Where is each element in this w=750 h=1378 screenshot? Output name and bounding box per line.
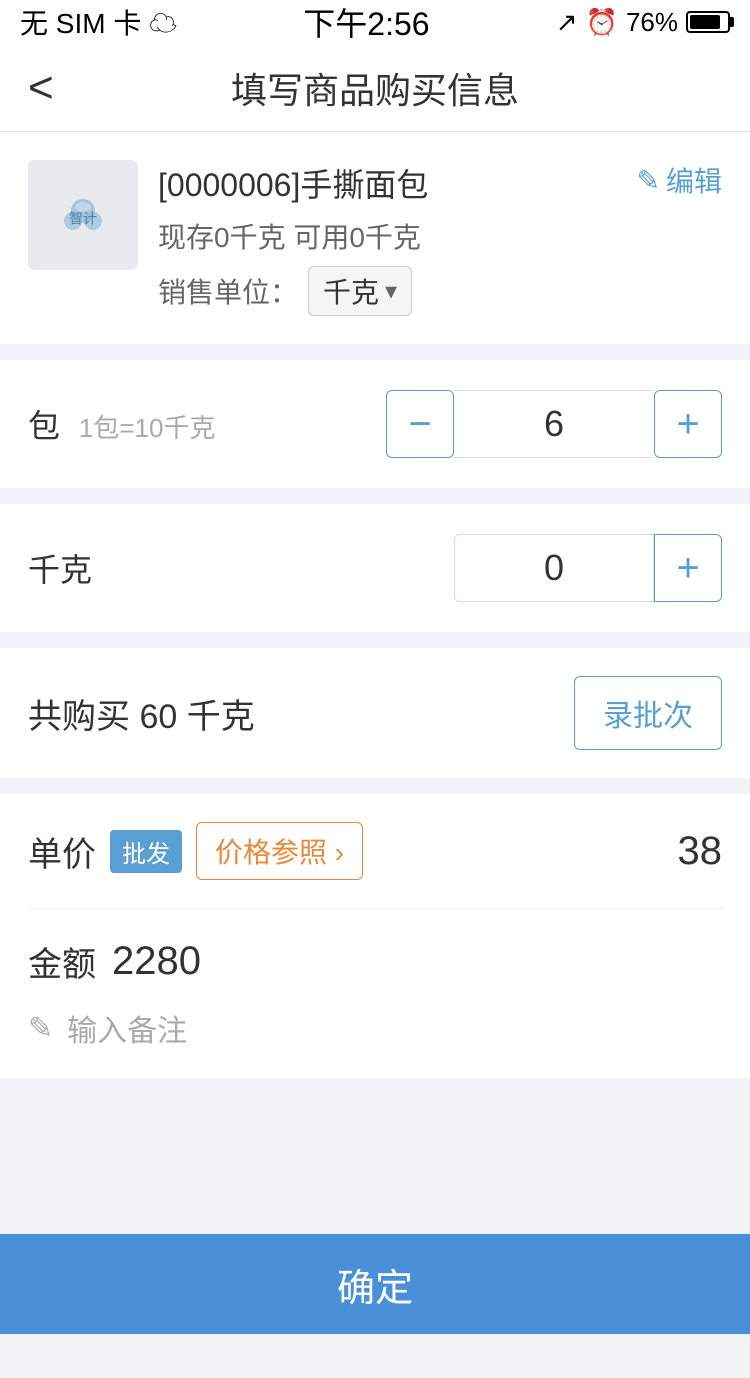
unit-label: 销售单位： [158, 271, 298, 311]
location-icon: ↗ [556, 7, 578, 38]
product-unit: 销售单位： 千克 ▾ [158, 266, 617, 316]
summary-text: 共购买 60 千克 [28, 689, 255, 738]
kg-input-section: 千克 + [0, 504, 750, 632]
kg-label: 千克 [28, 545, 92, 591]
price-value: 38 [678, 829, 723, 874]
battery-icon [686, 11, 730, 33]
battery-percent: 76% [626, 7, 678, 38]
bao-sublabel: 1包=10千克 [79, 413, 216, 443]
product-stock: 现存0千克 可用0千克 [158, 216, 617, 256]
batch-button[interactable]: 录批次 [574, 676, 722, 750]
bao-label: 包 1包=10千克 [28, 401, 215, 447]
pencil-icon: ✎ [28, 1011, 53, 1046]
summary-section: 共购买 60 千克 录批次 [0, 648, 750, 778]
back-button[interactable]: < [28, 66, 54, 110]
amount-section: 金额 2280 ✎ 输入备注 [0, 909, 750, 1078]
status-time: 下午2:56 [303, 0, 429, 45]
nav-bar: < 填写商品购买信息 [0, 44, 750, 132]
page-title: 填写商品购买信息 [231, 62, 519, 114]
bao-minus-button[interactable]: − [386, 390, 454, 458]
unit-select[interactable]: 千克 ▾ [308, 266, 412, 316]
price-ref-button[interactable]: 价格参照 › [196, 822, 363, 880]
price-label: 单价 批发 价格参照 › [28, 822, 363, 880]
amount-value: 2280 [112, 939, 201, 984]
kg-input-row: 千克 + [28, 504, 722, 632]
chevron-down-icon: ▾ [385, 277, 397, 306]
bao-plus-button[interactable]: + [654, 390, 722, 458]
product-card: 智计 [0000006]手撕面包 现存0千克 可用0千克 销售单位： 千克 ▾ … [0, 132, 750, 344]
price-tag: 批发 [110, 830, 182, 873]
product-edit-button[interactable]: ✎ 编辑 [637, 160, 722, 200]
bao-input-row: 包 1包=10千克 − + [28, 360, 722, 488]
kg-controls: + [454, 534, 722, 602]
kg-plus-button[interactable]: + [654, 534, 722, 602]
svg-text:智计: 智计 [69, 211, 97, 227]
remark-placeholder: 输入备注 [67, 1006, 187, 1050]
bao-controls: − + [386, 390, 722, 458]
sim-status: 无 SIM 卡 ☁ [20, 2, 177, 42]
kg-quantity-input[interactable] [454, 534, 654, 602]
status-right: ↗ ⏰ 76% [556, 7, 730, 38]
product-image: 智计 [28, 160, 138, 270]
amount-row: 金额 2280 [28, 937, 722, 986]
amount-label: 金额 [28, 937, 96, 986]
price-section: 单价 批发 价格参照 › 38 [0, 794, 750, 909]
edit-icon: ✎ [637, 164, 660, 197]
status-bar: 无 SIM 卡 ☁ 下午2:56 ↗ ⏰ 76% [0, 0, 750, 44]
product-info: [0000006]手撕面包 现存0千克 可用0千克 销售单位： 千克 ▾ [158, 160, 617, 316]
product-name: [0000006]手撕面包 [158, 160, 617, 206]
content: 智计 [0000006]手撕面包 现存0千克 可用0千克 销售单位： 千克 ▾ … [0, 132, 750, 1378]
alarm-icon: ⏰ [586, 7, 618, 38]
confirm-button[interactable]: 确定 [0, 1234, 750, 1334]
status-left: 无 SIM 卡 ☁ [20, 2, 177, 42]
price-row: 单价 批发 价格参照 › 38 [28, 822, 722, 909]
remark-row[interactable]: ✎ 输入备注 [28, 1006, 722, 1050]
bao-input-section: 包 1包=10千克 − + [0, 360, 750, 488]
bao-quantity-input[interactable] [454, 390, 654, 458]
